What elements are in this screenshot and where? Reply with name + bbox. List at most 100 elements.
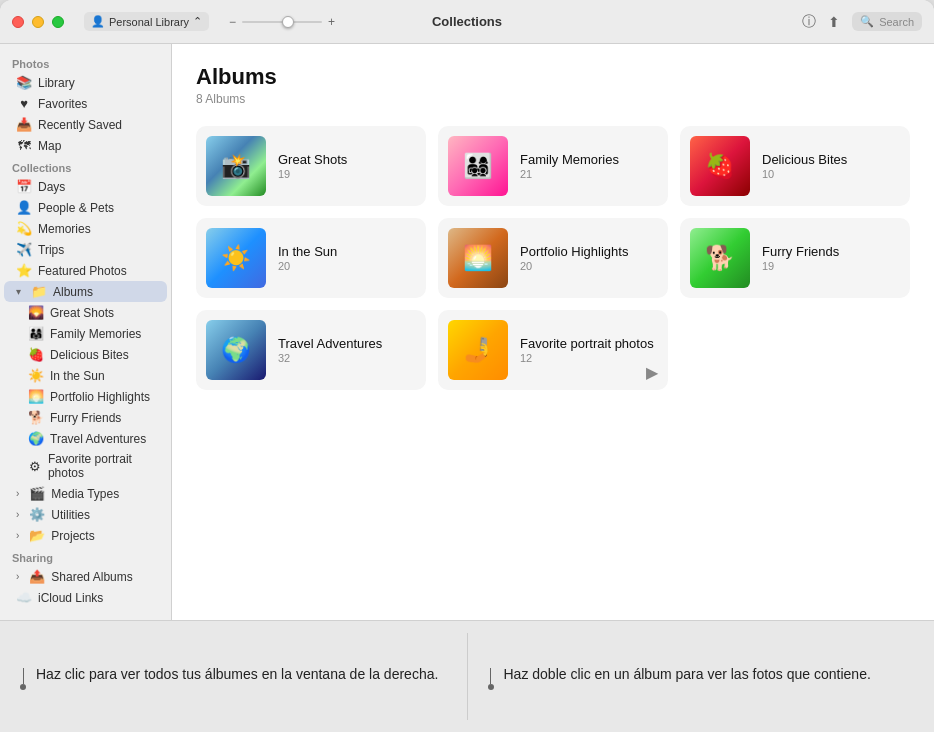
- sidebar-item-featured-photos[interactable]: ⭐ Featured Photos: [4, 260, 167, 281]
- sidebar-section-sharing: Sharing: [0, 546, 171, 566]
- album-count-great-shots: 19: [278, 168, 416, 180]
- days-icon: 📅: [16, 179, 32, 194]
- library-selector-label: Personal Library: [109, 16, 189, 28]
- recently-saved-icon: 📥: [16, 117, 32, 132]
- memories-icon: 💫: [16, 221, 32, 236]
- album-card-portfolio-highlights[interactable]: Portfolio Highlights 20: [438, 218, 668, 298]
- album-thumbnail-travel-adventures: [206, 320, 266, 380]
- sidebar-label-in-the-sun: In the Sun: [50, 369, 105, 383]
- icloud-links-icon: ☁️: [16, 590, 32, 605]
- zoom-slider[interactable]: [242, 21, 322, 23]
- in-the-sun-thumb-icon: ☀️: [28, 368, 44, 383]
- album-card-in-the-sun[interactable]: In the Sun 20: [196, 218, 426, 298]
- info-icon[interactable]: ⓘ: [802, 13, 816, 31]
- sidebar-item-media-types[interactable]: › 🎬 Media Types: [4, 483, 167, 504]
- album-thumbnail-favorite-portrait: [448, 320, 508, 380]
- media-types-expand-icon: ›: [16, 488, 19, 499]
- sidebar-item-icloud-links[interactable]: ☁️ iCloud Links: [4, 587, 167, 608]
- media-types-icon: 🎬: [29, 486, 45, 501]
- sidebar-item-memories[interactable]: 💫 Memories: [4, 218, 167, 239]
- album-card-great-shots[interactable]: Great Shots 19: [196, 126, 426, 206]
- album-info-furry-friends: Furry Friends 19: [762, 244, 900, 272]
- album-thumbnail-family-memories: [448, 136, 508, 196]
- sidebar-item-library[interactable]: 📚 Library: [4, 72, 167, 93]
- sidebar-label-delicious-bites: Delicious Bites: [50, 348, 129, 362]
- album-name-delicious-bites: Delicious Bites: [762, 152, 900, 167]
- sidebar-label-people-pets: People & Pets: [38, 201, 114, 215]
- travel-adventures-thumb-icon: 🌍: [28, 431, 44, 446]
- window-title: Collections: [432, 14, 502, 29]
- portfolio-thumb-icon: 🌅: [28, 389, 44, 404]
- sidebar-item-projects[interactable]: › 📂 Projects: [4, 525, 167, 546]
- chevron-icon: ⌃: [193, 15, 202, 28]
- album-card-delicious-bites[interactable]: Delicious Bites 10: [680, 126, 910, 206]
- album-count-travel-adventures: 32: [278, 352, 416, 364]
- play-icon[interactable]: ▶: [646, 363, 658, 382]
- featured-photos-icon: ⭐: [16, 263, 32, 278]
- album-thumbnail-portfolio-highlights: [448, 228, 508, 288]
- map-icon: 🗺: [16, 138, 32, 153]
- titlebar-right: ⓘ ⬆ 🔍 Search: [802, 12, 922, 31]
- album-info-in-the-sun: In the Sun 20: [278, 244, 416, 272]
- album-card-favorite-portrait[interactable]: Favorite portrait photos 12 ▶: [438, 310, 668, 390]
- album-thumbnail-in-the-sun: [206, 228, 266, 288]
- album-thumbnail-furry-friends: [690, 228, 750, 288]
- album-card-furry-friends[interactable]: Furry Friends 19: [680, 218, 910, 298]
- sidebar-item-family-memories[interactable]: 👨‍👩‍👧 Family Memories: [4, 323, 167, 344]
- album-count-family-memories: 21: [520, 168, 658, 180]
- zoom-slider-container: − +: [229, 15, 335, 29]
- sidebar-label-great-shots: Great Shots: [50, 306, 114, 320]
- sidebar-item-portfolio-highlights[interactable]: 🌅 Portfolio Highlights: [4, 386, 167, 407]
- album-name-travel-adventures: Travel Adventures: [278, 336, 416, 351]
- minus-icon: −: [229, 15, 236, 29]
- sidebar-item-great-shots[interactable]: 🌄 Great Shots: [4, 302, 167, 323]
- sidebar-item-trips[interactable]: ✈️ Trips: [4, 239, 167, 260]
- sidebar-section-collections: Collections: [0, 156, 171, 176]
- library-selector[interactable]: 👤 Personal Library ⌃: [84, 12, 209, 31]
- sidebar-item-in-the-sun[interactable]: ☀️ In the Sun: [4, 365, 167, 386]
- album-name-furry-friends: Furry Friends: [762, 244, 900, 259]
- sidebar-item-recently-saved[interactable]: 📥 Recently Saved: [4, 114, 167, 135]
- albums-icon: 📁: [31, 284, 47, 299]
- titlebar: 👤 Personal Library ⌃ − + Collections ⓘ ⬆…: [0, 0, 934, 44]
- furry-friends-thumb-icon: 🐕: [28, 410, 44, 425]
- sidebar-item-utilities[interactable]: › ⚙️ Utilities: [4, 504, 167, 525]
- sidebar-item-people-pets[interactable]: 👤 People & Pets: [4, 197, 167, 218]
- album-name-family-memories: Family Memories: [520, 152, 658, 167]
- sidebar-item-shared-albums[interactable]: › 📤 Shared Albums: [4, 566, 167, 587]
- sidebar-label-map: Map: [38, 139, 61, 153]
- sidebar-item-favorites[interactable]: ♥ Favorites: [4, 93, 167, 114]
- album-name-great-shots: Great Shots: [278, 152, 416, 167]
- slider-thumb: [282, 16, 294, 28]
- sidebar-item-favorite-portrait[interactable]: ⚙ Favorite portrait photos: [4, 449, 167, 483]
- sidebar-item-delicious-bites[interactable]: 🍓 Delicious Bites: [4, 344, 167, 365]
- plus-icon: +: [328, 15, 335, 29]
- album-count-in-the-sun: 20: [278, 260, 416, 272]
- album-name-favorite-portrait: Favorite portrait photos: [520, 336, 658, 351]
- sidebar-item-map[interactable]: 🗺 Map: [4, 135, 167, 156]
- sidebar-item-albums[interactable]: ▾ 📁 Albums: [4, 281, 167, 302]
- sidebar-label-travel-adventures: Travel Adventures: [50, 432, 146, 446]
- sidebar-item-days[interactable]: 📅 Days: [4, 176, 167, 197]
- sidebar-label-projects: Projects: [51, 529, 94, 543]
- search-box[interactable]: 🔍 Search: [852, 12, 922, 31]
- minimize-button[interactable]: [32, 16, 44, 28]
- sidebar-label-albums: Albums: [53, 285, 93, 299]
- utilities-icon: ⚙️: [29, 507, 45, 522]
- album-card-family-memories[interactable]: Family Memories 21: [438, 126, 668, 206]
- albums-grid: Great Shots 19 Family Memories 21: [196, 126, 910, 390]
- projects-icon: 📂: [29, 528, 45, 543]
- album-count-favorite-portrait: 12: [520, 352, 658, 364]
- share-icon[interactable]: ⬆: [828, 14, 840, 30]
- search-placeholder: Search: [879, 16, 914, 28]
- close-button[interactable]: [12, 16, 24, 28]
- sidebar-item-furry-friends[interactable]: 🐕 Furry Friends: [4, 407, 167, 428]
- album-thumbnail-great-shots: [206, 136, 266, 196]
- sidebar-label-recently-saved: Recently Saved: [38, 118, 122, 132]
- sidebar-item-travel-adventures[interactable]: 🌍 Travel Adventures: [4, 428, 167, 449]
- album-count-portfolio-highlights: 20: [520, 260, 658, 272]
- sidebar-label-furry-friends: Furry Friends: [50, 411, 121, 425]
- sidebar-label-family-memories: Family Memories: [50, 327, 141, 341]
- fullscreen-button[interactable]: [52, 16, 64, 28]
- album-card-travel-adventures[interactable]: Travel Adventures 32: [196, 310, 426, 390]
